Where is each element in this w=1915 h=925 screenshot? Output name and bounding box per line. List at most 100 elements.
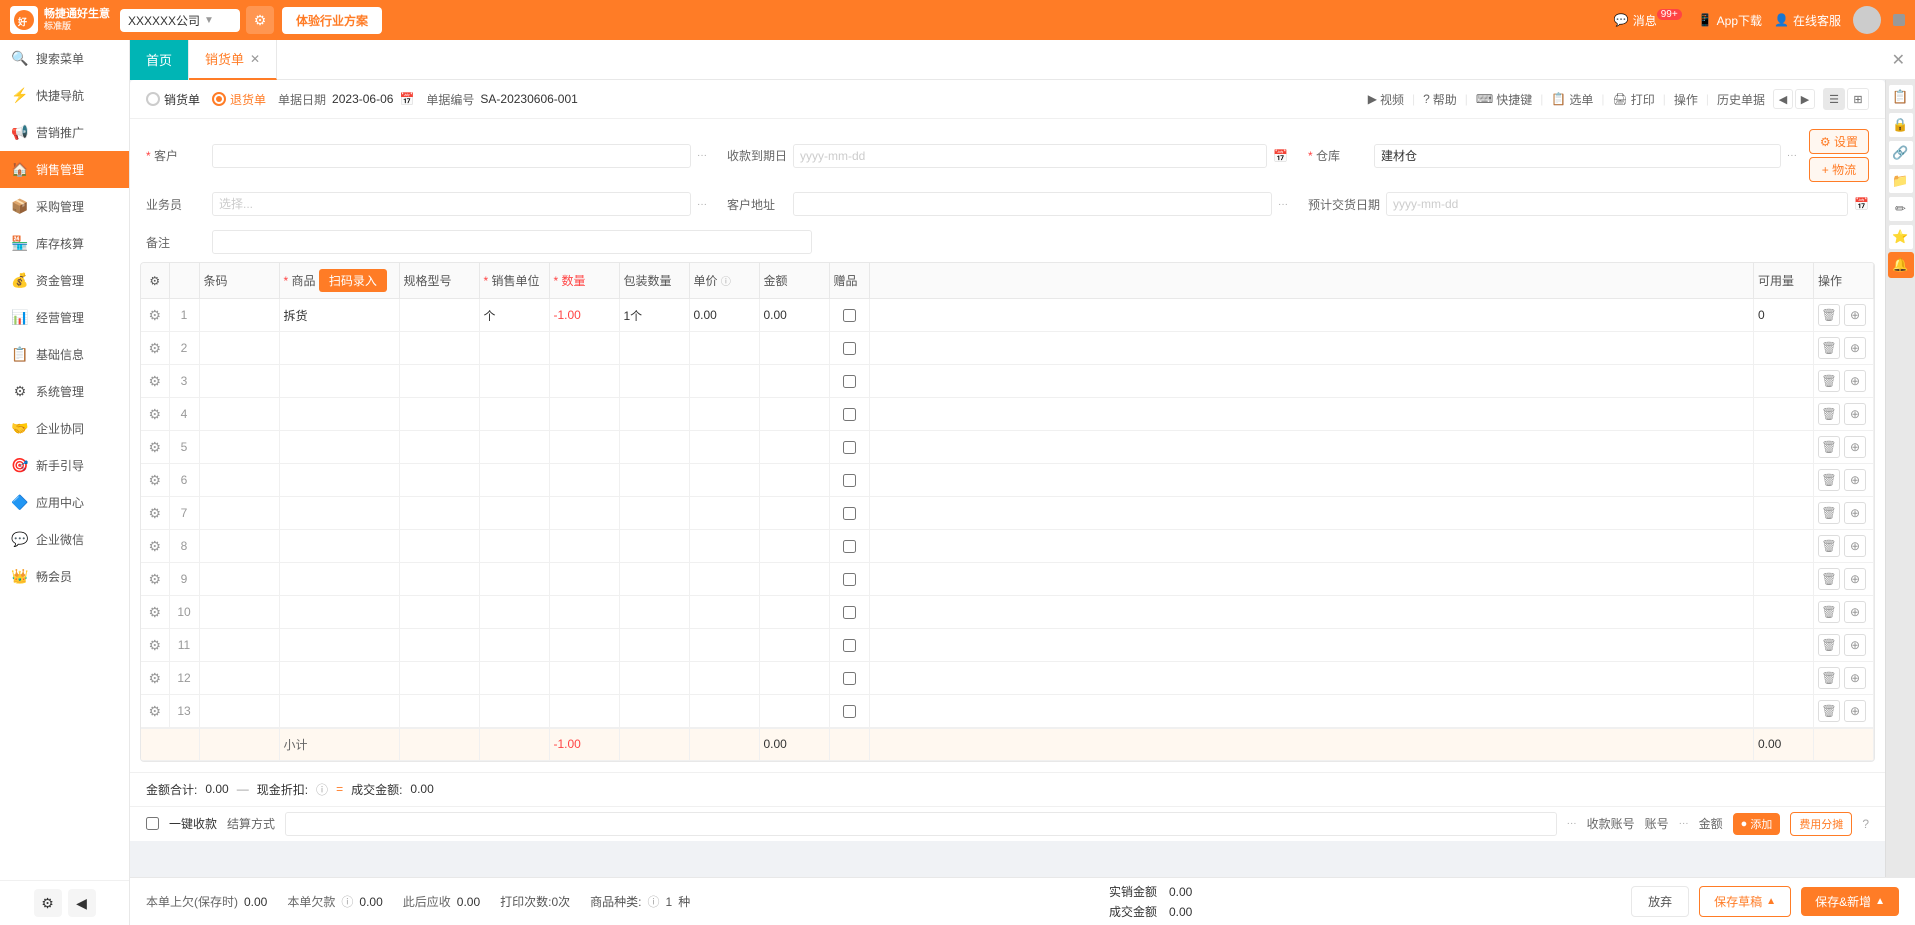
sidebar-item-marketing[interactable]: 📢 营销推广 [0, 114, 129, 151]
row-amount-cell[interactable] [759, 497, 829, 530]
row-product-cell[interactable] [279, 398, 399, 431]
row-unit-cell[interactable] [479, 332, 549, 365]
row-gear-icon[interactable]: ⚙ [148, 439, 161, 455]
row-remark-cell[interactable] [869, 299, 1754, 332]
row-price-cell[interactable]: 0.00 [689, 299, 759, 332]
row-gift-checkbox[interactable] [843, 474, 856, 487]
customer-input[interactable] [212, 144, 691, 168]
row-spec-cell[interactable] [399, 431, 479, 464]
row-qty-cell[interactable]: -1.00 [549, 299, 619, 332]
sidebar-item-ops[interactable]: 📊 经营管理 [0, 299, 129, 336]
prev-record-button[interactable]: ◀ [1773, 89, 1793, 109]
row-spec-cell[interactable] [399, 563, 479, 596]
row-pack-cell[interactable] [619, 662, 689, 695]
row-product-cell[interactable] [279, 662, 399, 695]
row-pack-cell[interactable] [619, 332, 689, 365]
row-price-cell[interactable] [689, 662, 759, 695]
row-price-cell[interactable] [689, 431, 759, 464]
row-qty-cell[interactable] [549, 332, 619, 365]
payment-method-more-icon[interactable]: ··· [1567, 818, 1577, 829]
row-pack-cell[interactable] [619, 431, 689, 464]
action-history[interactable]: 历史单据 [1717, 91, 1765, 108]
row-gift-checkbox[interactable] [843, 507, 856, 520]
sidebar-item-vip[interactable]: 👑 畅会员 [0, 558, 129, 595]
row-remark-cell[interactable] [869, 332, 1754, 365]
row-product-cell[interactable]: 拆货 [279, 299, 399, 332]
row-gift-checkbox[interactable] [843, 342, 856, 355]
row-product-cell[interactable] [279, 332, 399, 365]
row-unit-cell[interactable] [479, 530, 549, 563]
next-record-button[interactable]: ▶ [1795, 89, 1815, 109]
row-price-cell[interactable] [689, 530, 759, 563]
view-list-button[interactable]: ☰ [1823, 88, 1845, 110]
messages-button[interactable]: 💬 消息 99+ [1614, 12, 1686, 29]
row-delete-button[interactable]: 🗑 [1818, 304, 1840, 326]
warehouse-more-icon[interactable]: ··· [1787, 150, 1797, 161]
row-delete-button[interactable]: 🗑 [1818, 469, 1840, 491]
row-gear-icon[interactable]: ⚙ [148, 340, 161, 356]
account-more-icon[interactable]: ··· [1679, 818, 1689, 829]
add-payment-button[interactable]: ● 添加 [1733, 813, 1781, 835]
tab-close-icon[interactable]: ✕ [250, 52, 260, 66]
row-product-cell[interactable] [279, 497, 399, 530]
row-unit-cell[interactable] [479, 662, 549, 695]
row-product-cell[interactable] [279, 563, 399, 596]
row-gift-checkbox[interactable] [843, 639, 856, 652]
row-price-cell[interactable] [689, 596, 759, 629]
row-pack-cell[interactable]: 1个 [619, 299, 689, 332]
row-gift-checkbox[interactable] [843, 441, 856, 454]
row-copy-button[interactable]: ⊕ [1844, 469, 1866, 491]
row-gear-icon[interactable]: ⚙ [148, 373, 161, 389]
row-pack-cell[interactable] [619, 365, 689, 398]
row-gift-checkbox[interactable] [843, 408, 856, 421]
online-service-button[interactable]: 👤 在线客服 [1774, 12, 1841, 29]
sidebar-item-wechat[interactable]: 💬 企业微信 [0, 521, 129, 558]
row-pack-cell[interactable] [619, 695, 689, 729]
row-gear-icon[interactable]: ⚙ [148, 505, 161, 521]
row-qty-cell[interactable] [549, 365, 619, 398]
row-qty-cell[interactable] [549, 596, 619, 629]
row-pack-cell[interactable] [619, 464, 689, 497]
customer-more-icon[interactable]: ··· [697, 150, 707, 161]
row-copy-button[interactable]: ⊕ [1844, 370, 1866, 392]
row-gear-icon[interactable]: ⚙ [148, 538, 161, 554]
salesman-more-icon[interactable]: ··· [697, 199, 707, 210]
row-qty-cell[interactable] [549, 398, 619, 431]
row-price-cell[interactable] [689, 695, 759, 729]
row-barcode-cell[interactable] [199, 563, 279, 596]
row-product-cell[interactable] [279, 695, 399, 729]
row-amount-cell[interactable] [759, 530, 829, 563]
row-remark-cell[interactable] [869, 365, 1754, 398]
row-barcode-cell[interactable] [199, 431, 279, 464]
row-delete-button[interactable]: 🗑 [1818, 502, 1840, 524]
sidebar-item-finance[interactable]: 💰 资金管理 [0, 262, 129, 299]
sidebar-settings-button[interactable]: ⚙ [34, 889, 62, 917]
row-amount-cell[interactable] [759, 662, 829, 695]
sidebar-item-basic[interactable]: 📋 基础信息 [0, 336, 129, 373]
row-barcode-cell[interactable] [199, 398, 279, 431]
row-delete-button[interactable]: 🗑 [1818, 634, 1840, 656]
row-barcode-cell[interactable] [199, 332, 279, 365]
row-amount-cell[interactable] [759, 431, 829, 464]
logistics-button[interactable]: + 物流 [1809, 157, 1869, 182]
row-pack-cell[interactable] [619, 563, 689, 596]
row-unit-cell[interactable] [479, 497, 549, 530]
row-remark-cell[interactable] [869, 695, 1754, 729]
row-price-cell[interactable] [689, 365, 759, 398]
expected-date-input[interactable] [1386, 192, 1848, 216]
row-gift-checkbox[interactable] [843, 606, 856, 619]
row-copy-button[interactable]: ⊕ [1844, 502, 1866, 524]
right-tool-link[interactable]: 🔗 [1888, 140, 1914, 166]
row-product-cell[interactable] [279, 629, 399, 662]
sidebar-item-guide[interactable]: 🎯 新手引导 [0, 447, 129, 484]
scan-button[interactable]: 扫码录入 [319, 269, 387, 292]
action-help[interactable]: ? 帮助 [1423, 91, 1457, 108]
row-pack-cell[interactable] [619, 629, 689, 662]
row-unit-cell[interactable] [479, 563, 549, 596]
row-spec-cell[interactable] [399, 365, 479, 398]
row-gift-checkbox[interactable] [843, 573, 856, 586]
right-tool-doc[interactable]: 📋 [1888, 84, 1914, 110]
row-delete-button[interactable]: 🗑 [1818, 568, 1840, 590]
row-spec-cell[interactable] [399, 629, 479, 662]
row-unit-cell[interactable] [479, 398, 549, 431]
